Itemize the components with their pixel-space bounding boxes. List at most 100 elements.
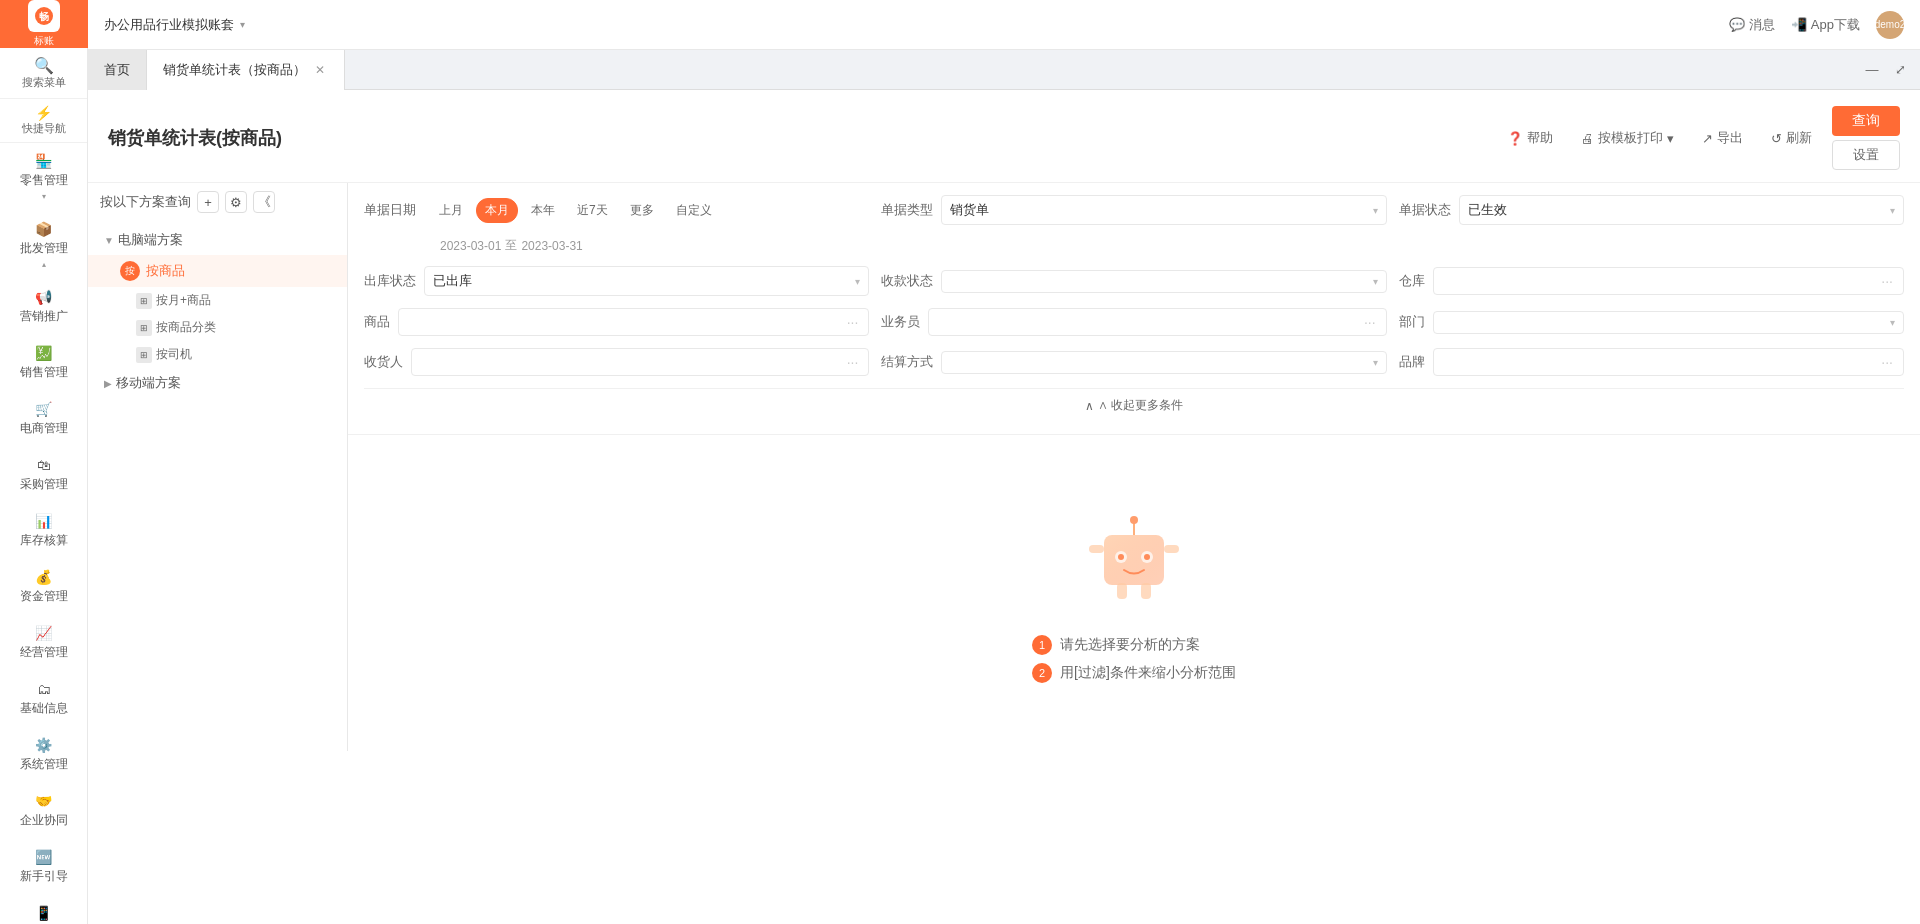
form-row-2: 出库状态 已出库 ▾ 收款状态 ▾	[364, 266, 1904, 296]
settlement-select[interactable]: ▾	[941, 351, 1386, 374]
sidebar-item-marketing[interactable]: 📢 营销推广	[0, 279, 87, 335]
collapse-icon: ∧	[1085, 399, 1094, 413]
scheme-settings-btn[interactable]: ⚙	[225, 191, 247, 213]
out-status-arrow-icon: ▾	[855, 276, 860, 287]
receiver-dots-icon[interactable]: ···	[845, 354, 861, 370]
logo-icon: 畅	[28, 0, 60, 32]
warehouse-input[interactable]: ···	[1433, 267, 1904, 295]
brand-input[interactable]: ···	[1433, 348, 1904, 376]
sidebar-item-ecommerce[interactable]: 🛒 电商管理	[0, 391, 87, 447]
main-content: 销货单统计表(按商品) ❓ 帮助 🖨 按模板打印 ▾ ↗ 导出 ↺ 刷新	[88, 90, 1920, 924]
svg-rect-10	[1164, 545, 1179, 553]
page-header-actions: ❓ 帮助 🖨 按模板打印 ▾ ↗ 导出 ↺ 刷新 查询	[1499, 106, 1900, 170]
collapse-conditions-btn[interactable]: ∧ ∧ 收起更多条件	[364, 388, 1904, 422]
brand-dots-icon[interactable]: ···	[1879, 354, 1895, 370]
tab-maximize-btn[interactable]: ⤢	[1888, 58, 1912, 82]
svg-point-5	[1118, 554, 1124, 560]
tab-sales-stats[interactable]: 销货单统计表（按商品） ✕	[147, 50, 345, 90]
help-btn[interactable]: ❓ 帮助	[1499, 125, 1561, 151]
sidebar-quick-nav[interactable]: ⚡ 快捷导航	[0, 99, 87, 143]
date-btn-more[interactable]: 更多	[621, 198, 663, 223]
logo-text: 标账	[34, 34, 54, 48]
tree-child-by-driver[interactable]: ⊞ 按司机	[88, 341, 347, 368]
receiver-input[interactable]: ···	[411, 348, 869, 376]
user-avatar[interactable]: demo2	[1876, 11, 1904, 39]
brand-label: 品牌	[1399, 353, 1425, 371]
refresh-icon: ↺	[1771, 131, 1782, 146]
goods-input[interactable]: ···	[398, 308, 869, 336]
tab-controls: — ⤢	[1860, 58, 1920, 82]
payment-status-select[interactable]: ▾	[941, 270, 1386, 293]
message-btn[interactable]: 💬 消息	[1729, 16, 1775, 34]
sidebar-item-enterprise[interactable]: 🤝 企业协同	[0, 783, 87, 839]
tree-mobile-section[interactable]: ▶ 移动端方案	[88, 368, 347, 398]
sidebar-item-retail[interactable]: 🏪 零售管理 ▾	[0, 143, 87, 211]
print-dropdown-icon: ▾	[1667, 131, 1674, 146]
date-btn-custom[interactable]: 自定义	[667, 198, 721, 223]
scheme-tree: ▼ 电脑端方案 按 按商品 ⊞ 按月+商品 ⊞ 按商品分	[88, 221, 347, 402]
dept-select[interactable]: ▾	[1433, 311, 1904, 334]
payment-status-field: 收款状态 ▾	[881, 270, 1386, 293]
sidebar-item-inventory[interactable]: 📊 库存核算	[0, 503, 87, 559]
left-sidebar: 畅 标账 🔍 搜索菜单 ⚡ 快捷导航 🏪 零售管理 ▾ 📦 批发管理 ▴ 📢 营…	[0, 0, 88, 924]
print-btn[interactable]: 🖨 按模板打印 ▾	[1573, 125, 1682, 151]
tree-child-by-product[interactable]: 按 按商品	[88, 255, 347, 287]
doc-type-select[interactable]: 销货单 ▾	[941, 195, 1386, 225]
tab-close-btn[interactable]: ✕	[312, 62, 328, 78]
tree-desktop-section[interactable]: ▼ 电脑端方案	[88, 225, 347, 255]
settings-btn[interactable]: 设置	[1832, 140, 1900, 170]
date-btn-last-month[interactable]: 上月	[430, 198, 472, 223]
sidebar-item-operations[interactable]: 📈 经营管理	[0, 615, 87, 671]
refresh-btn[interactable]: ↺ 刷新	[1763, 125, 1820, 151]
date-quick-btns: 上月 本月 本年 近7天 更多 自定义	[430, 198, 721, 223]
sidebar-item-finance[interactable]: 💰 资金管理	[0, 559, 87, 615]
salesperson-input[interactable]: ···	[928, 308, 1386, 336]
receiver-field: 收货人 ···	[364, 348, 869, 376]
sidebar-item-guide[interactable]: 🆕 新手引导	[0, 839, 87, 895]
tab-minimize-btn[interactable]: —	[1860, 58, 1884, 82]
filter-sidebar-header: 按以下方案查询 + ⚙ 《	[88, 183, 347, 221]
goods-dots-icon[interactable]: ···	[845, 314, 861, 330]
table-icon-2: ⊞	[136, 320, 152, 336]
tab-home[interactable]: 首页	[88, 50, 147, 90]
add-scheme-btn[interactable]: +	[197, 191, 219, 213]
warehouse-dots-icon[interactable]: ···	[1879, 273, 1895, 289]
sidebar-item-wholesale[interactable]: 📦 批发管理 ▴	[0, 211, 87, 279]
sidebar-search[interactable]: 🔍 搜索菜单	[0, 48, 87, 99]
doc-type-field: 单据类型 销货单 ▾	[881, 195, 1386, 225]
tree-child-by-month-product[interactable]: ⊞ 按月+商品	[88, 287, 347, 314]
table-icon-3: ⊞	[136, 347, 152, 363]
sidebar-item-purchase[interactable]: 🛍 采购管理	[0, 447, 87, 503]
dept-label: 部门	[1399, 313, 1425, 331]
sidebar-item-basic[interactable]: 🗂 基础信息	[0, 671, 87, 727]
scheme-icon: 按	[120, 261, 140, 281]
out-status-select[interactable]: 已出库 ▾	[424, 266, 869, 296]
brand-field: 品牌 ···	[1399, 348, 1904, 376]
dept-arrow-icon: ▾	[1890, 317, 1895, 328]
doc-status-select[interactable]: 已生效 ▾	[1459, 195, 1904, 225]
goods-label: 商品	[364, 313, 390, 331]
date-btn-this-year[interactable]: 本年	[522, 198, 564, 223]
sidebar-item-apps[interactable]: 📱 应用中心	[0, 895, 87, 924]
tree-child-by-category[interactable]: ⊞ 按商品分类	[88, 314, 347, 341]
salesperson-dots-icon[interactable]: ···	[1362, 314, 1378, 330]
date-btn-7days[interactable]: 近7天	[568, 198, 617, 223]
query-btn[interactable]: 查询	[1832, 106, 1900, 136]
date-from: 2023-03-01	[440, 239, 501, 253]
svg-rect-9	[1089, 545, 1104, 553]
date-btn-this-month[interactable]: 本月	[476, 198, 518, 223]
settlement-arrow-icon: ▾	[1373, 357, 1378, 368]
export-btn[interactable]: ↗ 导出	[1694, 125, 1751, 151]
app-download-btn[interactable]: 📲 App下载	[1791, 16, 1860, 34]
app-logo: 畅 标账	[0, 0, 88, 48]
receiver-label: 收货人	[364, 353, 403, 371]
date-field: 单据日期 上月 本月 本年 近7天 更多 自定义	[364, 198, 869, 223]
collapse-sidebar-btn[interactable]: 《	[253, 191, 275, 213]
tree-arrow-mobile-icon: ▶	[104, 378, 112, 389]
tree-arrow-icon: ▼	[104, 235, 114, 246]
sidebar-item-sales[interactable]: 💹 销售管理	[0, 335, 87, 391]
sidebar-item-system[interactable]: ⚙️ 系统管理	[0, 727, 87, 783]
title-dropdown-icon[interactable]: ▾	[240, 19, 245, 30]
empty-illustration	[1074, 495, 1194, 615]
form-row-1: 单据日期 上月 本月 本年 近7天 更多 自定义	[364, 195, 1904, 225]
